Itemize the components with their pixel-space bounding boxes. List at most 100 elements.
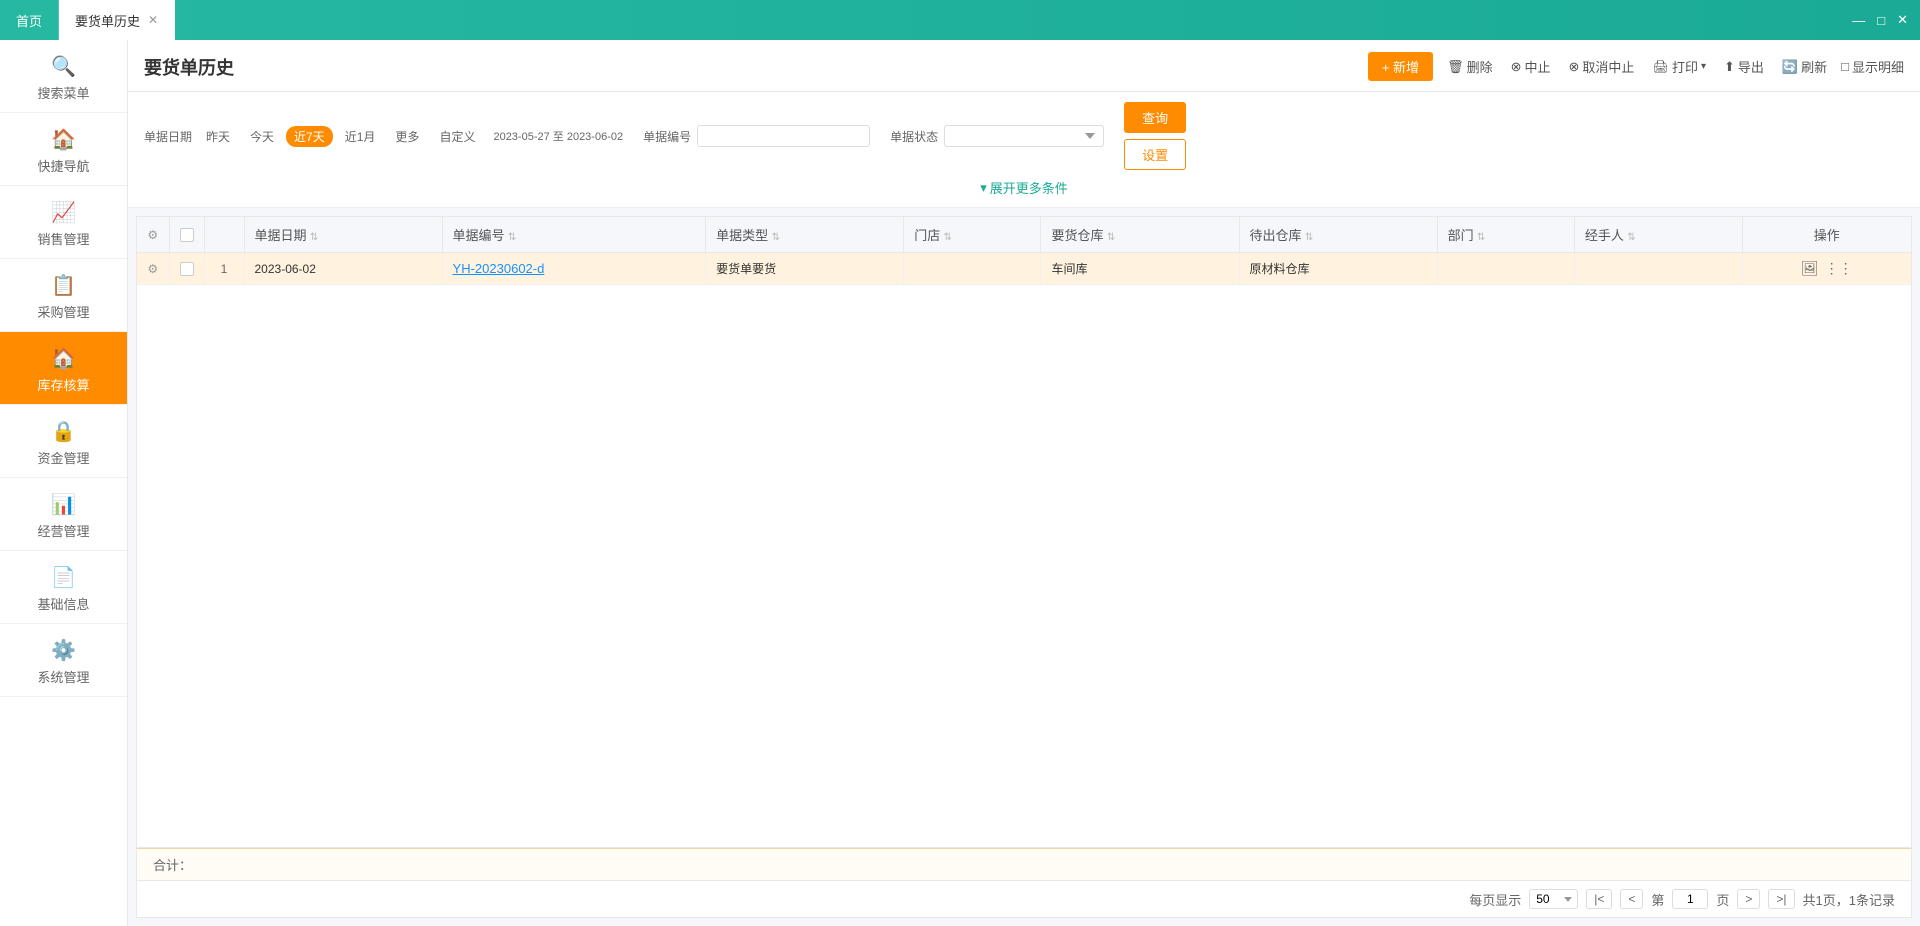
filter-area: 单据日期 昨天 今天 近7天 近1月 更多 自定义 2023-05-27 至 2… [128,92,1920,208]
stop-icon: ⊗ [1511,59,1522,75]
new-button[interactable]: + 新增 [1368,52,1433,81]
last-page-button[interactable]: >| [1768,889,1794,909]
view-action-icon[interactable]: 🖼 [1801,260,1819,277]
refresh-button[interactable]: 🔄 刷新 [1778,55,1831,78]
main-layout: 🔍 搜索菜单 🏠 快捷导航 📈 销售管理 📋 采购管理 🏠 库存核算 🔒 资金管… [0,40,1920,926]
close-icon[interactable]: ✕ [1897,12,1908,28]
col-doc-date[interactable]: 单据日期 [244,217,442,253]
col-req-warehouse[interactable]: 要货仓库 [1041,217,1239,253]
header-checkbox[interactable] [180,228,194,242]
pill-last7days[interactable]: 近7天 [286,126,333,147]
inventory-icon: 🏠 [51,346,76,371]
page-title-row: 要货单历史 + 新增 🗑 删除 ⊗ 中止 ⊗ 取消中止 [144,52,1904,81]
sidebar-item-inventory[interactable]: 🏠 库存核算 [0,332,127,405]
doc-status-select[interactable] [944,125,1104,147]
row-doc-number-cell[interactable]: YH-20230602-d [442,253,706,285]
tab-home[interactable]: 首页 [0,0,59,40]
stop-button[interactable]: ⊗ 中止 [1507,55,1555,78]
export-label: 导出 [1738,57,1764,76]
maximize-icon[interactable]: □ [1877,13,1885,28]
row-settings-cell[interactable]: ⚙ [137,253,169,285]
refresh-icon: 🔄 [1782,59,1798,75]
sidebar-item-label-search: 搜索菜单 [37,83,89,102]
cancel-stop-button[interactable]: ⊗ 取消中止 [1565,55,1639,78]
doc-status-filter-group: 单据状态 [890,125,1104,147]
col-pending-warehouse[interactable]: 待出仓库 [1239,217,1437,253]
tab-close-icon[interactable]: ✕ [148,13,158,27]
row-checkbox-cell[interactable] [169,253,204,285]
pagination-summary: 共1页，1条记录 [1803,890,1895,909]
sidebar-item-sales-mgmt[interactable]: 📈 销售管理 [0,186,127,259]
sidebar: 🔍 搜索菜单 🏠 快捷导航 📈 销售管理 📋 采购管理 🏠 库存核算 🔒 资金管… [0,40,128,926]
pill-today[interactable]: 今天 [242,126,282,147]
page-title: 要货单历史 [144,54,234,80]
col-operation: 操作 [1742,217,1911,253]
table-row[interactable]: ⚙ 1 2023-06-02 YH-20230602-d 要货单要货 车间库 原… [137,253,1911,285]
footer-label: 合计： [153,858,192,873]
col-handler[interactable]: 经手人 [1574,217,1742,253]
stop-label: 中止 [1525,57,1551,76]
row-handler-cell [1574,253,1742,285]
col-settings[interactable]: ⚙ [137,217,169,253]
prev-page-button[interactable]: < [1620,889,1643,909]
tab-home-label: 首页 [16,11,42,30]
doc-number-label: 单据编号 [643,128,691,145]
more-action-icon[interactable]: ⋮⋮ [1825,260,1853,277]
query-button[interactable]: 查询 [1124,102,1186,133]
print-icon: 🖨 [1652,59,1669,75]
expand-label: 展开更多条件 [990,178,1068,197]
quick-nav-icon: 🏠 [51,127,76,152]
delete-button[interactable]: 🗑 删除 [1443,55,1497,78]
expand-row: ▾ 展开更多条件 [144,178,1904,197]
doc-number-link[interactable]: YH-20230602-d [453,261,545,276]
row-store-cell [904,253,1041,285]
sidebar-item-ops-mgmt[interactable]: 📊 经营管理 [0,478,127,551]
expand-conditions-button[interactable]: ▾ 展开更多条件 [980,178,1068,197]
col-store[interactable]: 门店 [904,217,1041,253]
minimize-icon[interactable]: — [1852,13,1865,28]
show-detail-button[interactable]: □ 显示明细 [1841,57,1904,76]
page-header: 要货单历史 + 新增 🗑 删除 ⊗ 中止 ⊗ 取消中止 [128,40,1920,92]
cancel-stop-icon: ⊗ [1569,59,1580,75]
purchase-icon: 📋 [51,273,76,298]
sidebar-item-finance-mgmt[interactable]: 🔒 资金管理 [0,405,127,478]
sidebar-item-label-quicknav: 快捷导航 [37,156,89,175]
sidebar-item-search-menu[interactable]: 🔍 搜索菜单 [0,40,127,113]
basic-info-icon: 📄 [51,565,76,590]
row-action-cell: 🖼 ⋮⋮ [1742,253,1911,285]
sidebar-item-label-purchase: 采购管理 [37,302,89,321]
page-size-label: 每页显示 [1469,890,1521,909]
content-area: 要货单历史 + 新增 🗑 删除 ⊗ 中止 ⊗ 取消中止 [128,40,1920,926]
sidebar-item-label-finance: 资金管理 [37,448,89,467]
col-doc-number[interactable]: 单据编号 [442,217,706,253]
export-button[interactable]: ⬆ 导出 [1720,55,1768,78]
sidebar-item-quick-nav[interactable]: 🏠 快捷导航 [0,113,127,186]
pill-last1month[interactable]: 近1月 [337,126,384,147]
page-size-select[interactable]: 50 10 20 100 [1529,889,1578,909]
sales-icon: 📈 [51,200,76,225]
print-button[interactable]: 🖨 打印 ▾ [1648,55,1710,78]
sidebar-item-system-mgmt[interactable]: ⚙️ 系统管理 [0,624,127,697]
pill-custom[interactable]: 自定义 [431,126,483,147]
sidebar-item-purchase-mgmt[interactable]: 📋 采购管理 [0,259,127,332]
doc-number-input[interactable] [697,125,870,147]
col-doc-type[interactable]: 单据类型 [706,217,904,253]
tab-requisition-history[interactable]: 要货单历史 ✕ [59,0,175,40]
pagination-bar: 每页显示 50 10 20 100 |< < 第 页 > >| 共1页，1条记录 [136,881,1912,918]
settings-button[interactable]: 设置 [1124,139,1186,170]
show-detail-label: 显示明细 [1852,57,1904,76]
first-page-button[interactable]: |< [1586,889,1612,909]
sidebar-item-basic-info[interactable]: 📄 基础信息 [0,551,127,624]
pill-more[interactable]: 更多 [387,126,427,147]
sidebar-item-label-basic: 基础信息 [37,594,89,613]
page-number-input[interactable] [1672,889,1708,909]
next-page-button[interactable]: > [1737,889,1760,909]
row-checkbox[interactable] [180,262,194,276]
top-bar: 首页 要货单历史 ✕ — □ ✕ [0,0,1920,40]
row-num-cell: 1 [204,253,244,285]
col-department[interactable]: 部门 [1437,217,1574,253]
pill-yesterday[interactable]: 昨天 [198,126,238,147]
ops-icon: 📊 [51,492,76,517]
delete-icon: 🗑 [1447,59,1464,75]
col-checkbox-header[interactable] [169,217,204,253]
